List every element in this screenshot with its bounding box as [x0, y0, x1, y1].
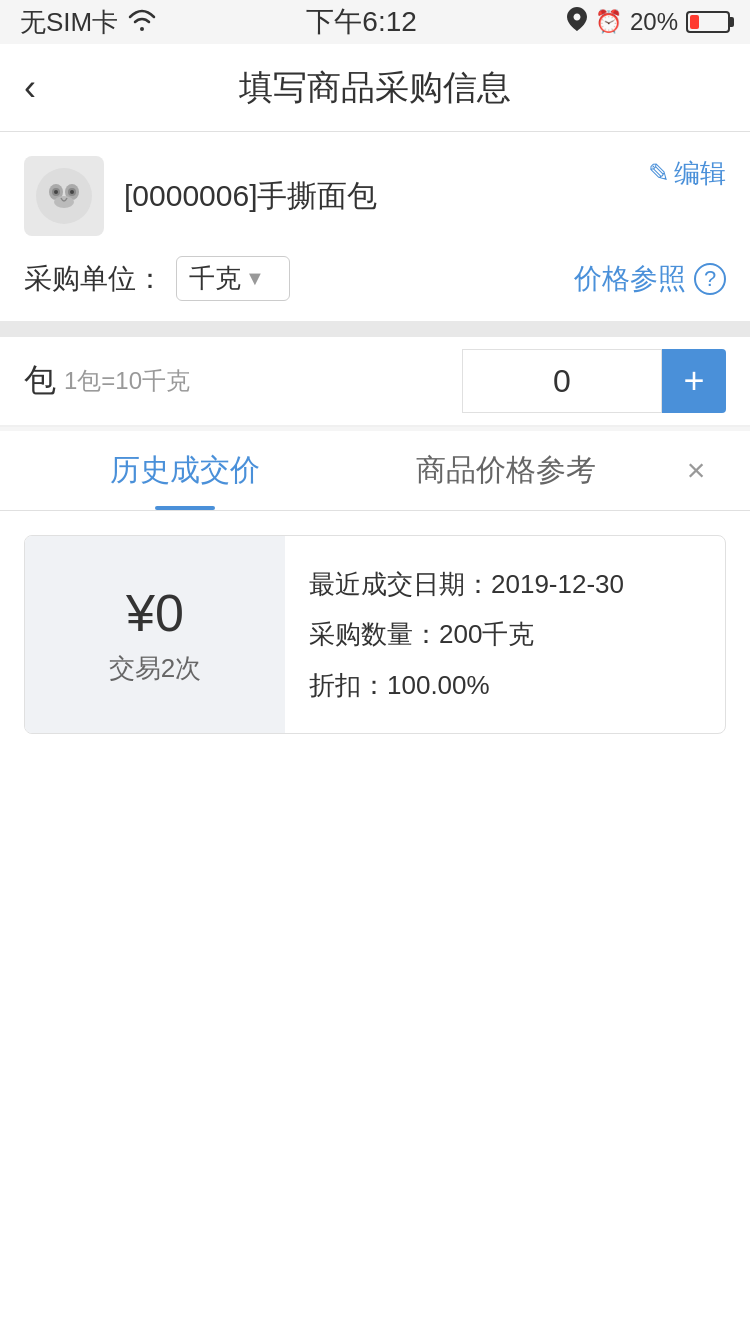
- discount-label: 折扣：: [309, 670, 387, 700]
- unit-label: 采购单位：: [24, 260, 164, 298]
- tab-price-reference-label: 商品价格参考: [416, 450, 596, 491]
- price-ref-label: 价格参照: [574, 260, 686, 298]
- svg-point-5: [54, 190, 58, 194]
- edit-button[interactable]: ✎ 编辑: [648, 156, 726, 191]
- product-header: [0000006]手撕面包 ✎ 编辑: [24, 156, 726, 236]
- svg-point-7: [54, 196, 74, 208]
- chevron-down-icon: ▼: [245, 267, 265, 290]
- main-content-area: [0, 758, 750, 1334]
- status-right: ⏰ 20%: [567, 7, 730, 37]
- status-left: 无SIM卡: [20, 5, 156, 40]
- edit-label: 编辑: [674, 156, 726, 191]
- history-date-row: 最近成交日期：2019-12-30: [309, 566, 701, 602]
- unit-value: 千克: [189, 261, 241, 296]
- price-number: 0: [155, 584, 184, 642]
- product-thumbnail: [24, 156, 104, 236]
- battery-text: 20%: [630, 8, 678, 36]
- qty-value: 200千克: [439, 619, 534, 649]
- section-divider: [0, 321, 750, 337]
- product-unit-row: 采购单位： 千克 ▼ 价格参照 ?: [24, 256, 726, 301]
- quantity-input[interactable]: 0: [462, 349, 662, 413]
- edit-icon: ✎: [648, 158, 670, 189]
- history-price-right: 最近成交日期：2019-12-30 采购数量：200千克 折扣：100.00%: [285, 536, 725, 733]
- discount-value: 100.00%: [387, 670, 490, 700]
- tab-price-reference[interactable]: 商品价格参考: [345, 431, 666, 510]
- tab-history-price[interactable]: 历史成交价: [24, 431, 345, 510]
- quantity-unit-conversion: 1包=10千克: [64, 365, 190, 397]
- tabs-section: 历史成交价 商品价格参考 × ¥0 交易2次 最近成交日期：2019-12-30…: [0, 431, 750, 758]
- product-card: [0000006]手撕面包 ✎ 编辑 采购单位： 千克 ▼ 价格参照 ?: [0, 132, 750, 321]
- status-time: 下午6:12: [306, 3, 417, 41]
- battery-icon: [686, 11, 730, 33]
- help-icon: ?: [694, 263, 726, 295]
- carrier-text: 无SIM卡: [20, 5, 118, 40]
- unit-left: 采购单位： 千克 ▼: [24, 256, 290, 301]
- date-value: 2019-12-30: [491, 569, 624, 599]
- status-bar: 无SIM卡 下午6:12 ⏰ 20%: [0, 0, 750, 44]
- quantity-input-group: 0 +: [462, 349, 726, 413]
- nav-bar: ‹ 填写商品采购信息: [0, 44, 750, 132]
- qty-label: 采购数量：: [309, 619, 439, 649]
- history-price-content: ¥0 交易2次 最近成交日期：2019-12-30 采购数量：200千克 折扣：…: [0, 511, 750, 758]
- history-price-card: ¥0 交易2次 最近成交日期：2019-12-30 采购数量：200千克 折扣：…: [24, 535, 726, 734]
- history-discount-row: 折扣：100.00%: [309, 667, 701, 703]
- quantity-plus-button[interactable]: +: [662, 349, 726, 413]
- quantity-label: 包 1包=10千克: [24, 359, 190, 403]
- tabs-header: 历史成交价 商品价格参考 ×: [0, 431, 750, 511]
- back-button[interactable]: ‹: [24, 67, 36, 109]
- history-price-value: ¥0: [126, 583, 184, 643]
- unit-dropdown[interactable]: 千克 ▼: [176, 256, 290, 301]
- product-left: [0000006]手撕面包: [24, 156, 377, 236]
- history-times-label: 交易2次: [109, 651, 201, 686]
- history-qty-row: 采购数量：200千克: [309, 616, 701, 652]
- location-icon: [567, 7, 587, 37]
- wifi-icon: [128, 7, 156, 38]
- thin-divider: [0, 425, 750, 427]
- page-title: 填写商品采购信息: [239, 65, 511, 111]
- tab-close-button[interactable]: ×: [666, 452, 726, 489]
- tab-history-price-label: 历史成交价: [110, 450, 260, 491]
- date-label: 最近成交日期：: [309, 569, 491, 599]
- tab-active-indicator: [155, 506, 215, 510]
- quantity-unit-name: 包: [24, 359, 56, 403]
- alarm-icon: ⏰: [595, 9, 622, 35]
- price-ref-button[interactable]: 价格参照 ?: [574, 260, 726, 298]
- quantity-row: 包 1包=10千克 0 +: [0, 337, 750, 425]
- history-price-left: ¥0 交易2次: [25, 536, 285, 733]
- product-name: [0000006]手撕面包: [124, 176, 377, 217]
- svg-point-6: [70, 190, 74, 194]
- currency-symbol: ¥: [126, 584, 155, 642]
